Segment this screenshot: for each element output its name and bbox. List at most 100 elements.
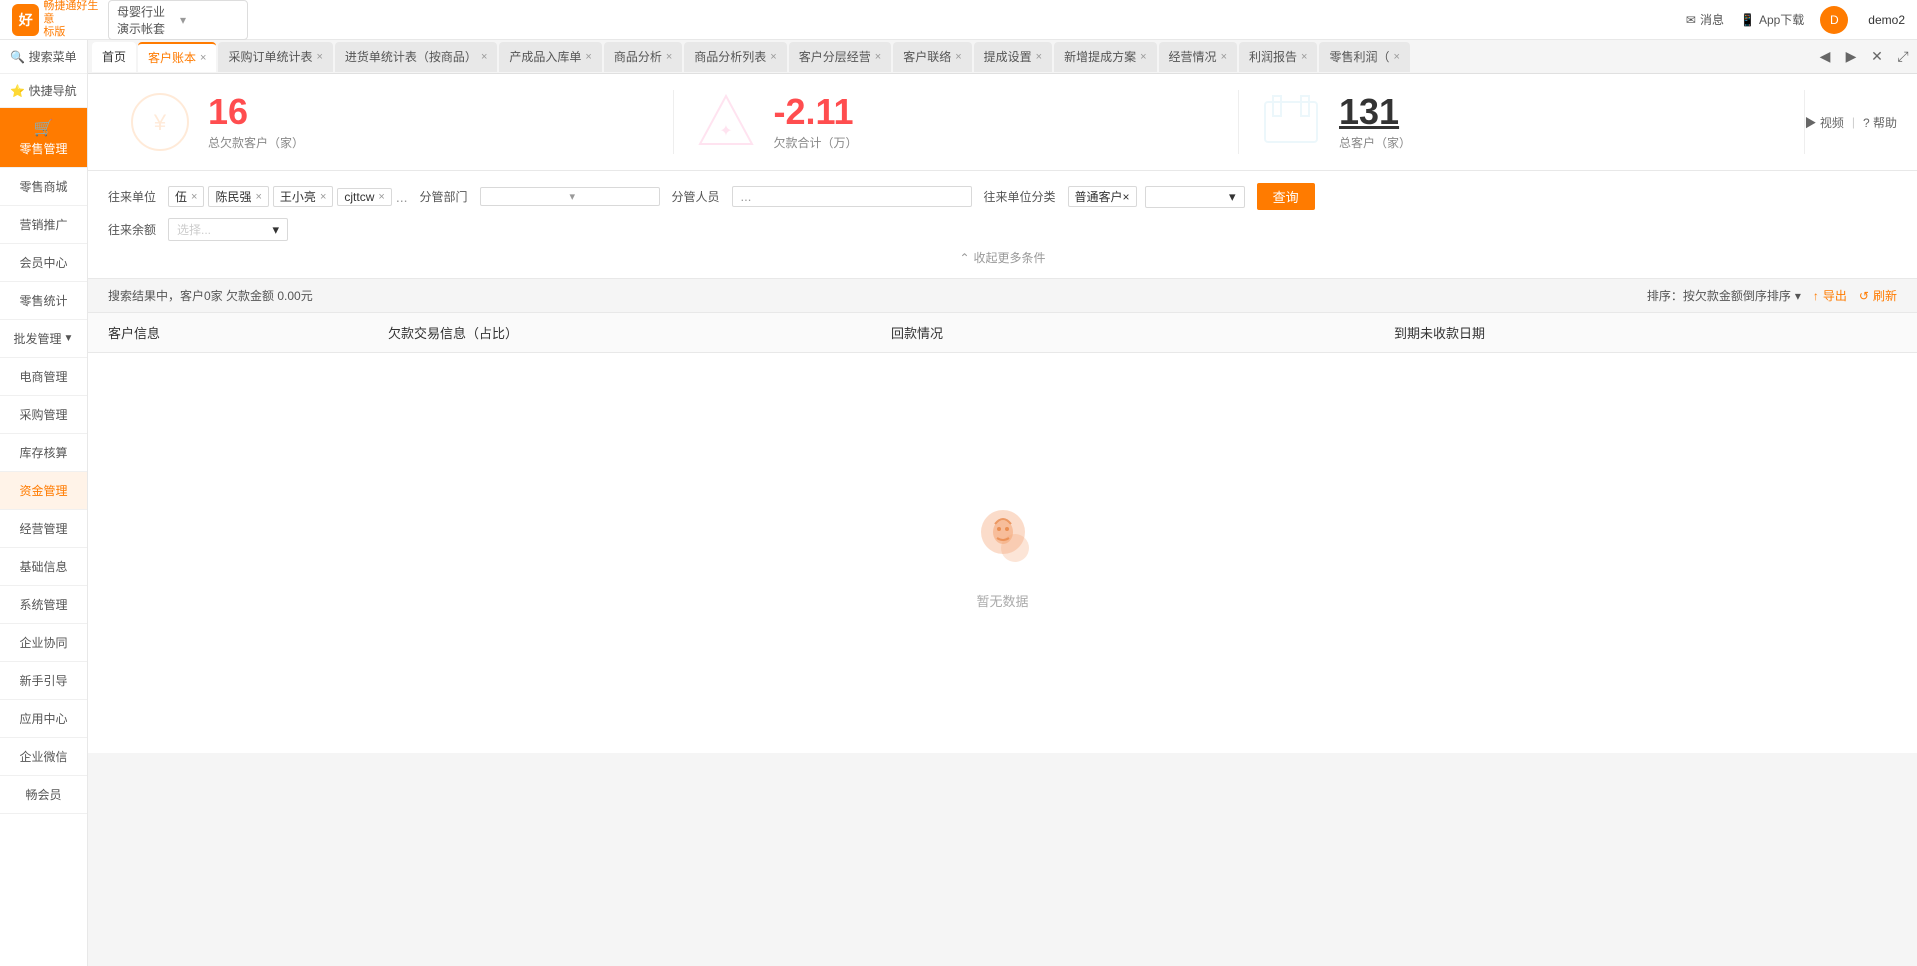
classify-dropdown[interactable]: ▾ [1145, 186, 1245, 208]
close-icon[interactable]: × [770, 51, 776, 63]
sidebar-item-vip[interactable]: 畅会员 [0, 776, 87, 814]
logo-area: 好 畅捷通好生意 标版 [12, 0, 100, 39]
close-icon[interactable]: × [666, 51, 672, 63]
tab-stock-stats[interactable]: 进货单统计表（按商品） × [335, 42, 497, 72]
sidebar-item-enterprise[interactable]: 企业协同 [0, 624, 87, 662]
help-button[interactable]: ? 帮助 [1863, 114, 1897, 131]
person-filter-input[interactable]: ... [732, 186, 972, 207]
table-container: 客户信息 欠款交易信息（占比） 回款情况 到期未收款日期 [88, 313, 1917, 753]
close-icon[interactable]: × [955, 51, 961, 63]
debt-customers-icon: ¥ [128, 90, 192, 154]
close-icon[interactable]: × [875, 51, 881, 63]
close-icon[interactable]: × [1221, 51, 1227, 63]
svg-text:✦: ✦ [719, 123, 732, 140]
sidebar-item-retail-mgmt[interactable]: 🛒 零售管理 [0, 108, 87, 168]
video-button[interactable]: ▶ 视频 [1805, 114, 1844, 131]
message-button[interactable]: ✉ 消息 [1686, 11, 1724, 28]
close-icon[interactable]: × [1036, 51, 1042, 63]
unit-filter-label: 往来单位 [108, 188, 156, 205]
close-icon[interactable]: × [1393, 51, 1399, 63]
sidebar-item-ecommerce[interactable]: 电商管理 [0, 358, 87, 396]
close-icon[interactable]: × [200, 52, 206, 64]
export-button[interactable]: ↑ 导出 [1813, 287, 1847, 304]
tab-purchase-order[interactable]: 采购订单统计表 × [218, 42, 332, 72]
sidebar: 🔍 搜索菜单 ⭐ 快捷导航 🛒 零售管理 零售商城 营销推广 会员中心 零售统计 [0, 40, 88, 966]
sidebar-item-purchase[interactable]: 采购管理 [0, 396, 87, 434]
sidebar-item-sys-mgmt[interactable]: 系统管理 [0, 586, 87, 624]
tab-add-raise[interactable]: 新增提成方案 × [1054, 42, 1156, 72]
tab-customer-segment[interactable]: 客户分层经营 × [789, 42, 891, 72]
sidebar-item-member[interactable]: 会员中心 [0, 244, 87, 282]
sidebar-item-quick-nav[interactable]: ⭐ 快捷导航 [0, 74, 87, 108]
tab-next-button[interactable]: ▶ [1841, 47, 1861, 67]
balance-filter-label: 往来余额 [108, 221, 156, 238]
tab-close-all-button[interactable]: ✕ [1867, 47, 1887, 67]
remove-classify-tag[interactable]: × [1123, 190, 1130, 204]
sidebar-item-search[interactable]: 🔍 搜索菜单 [0, 40, 87, 74]
remove-tag-4[interactable]: × [378, 191, 384, 203]
remove-tag-2[interactable]: × [255, 191, 261, 203]
close-icon[interactable]: × [585, 51, 591, 63]
dept-filter-dropdown[interactable]: ▾ [480, 187, 660, 206]
debt-total-icon: ✦ [694, 90, 758, 154]
tab-retail-profit[interactable]: 零售利润（ × [1319, 42, 1409, 72]
unit-tag-1: 伍 × [168, 186, 204, 207]
sidebar-item-capital[interactable]: 资金管理 [0, 472, 87, 510]
user-name[interactable]: demo2 [1868, 13, 1905, 27]
phone-icon: 📱 [1740, 13, 1755, 27]
tab-goods-analysis-list[interactable]: 商品分析列表 × [684, 42, 786, 72]
tab-goods-analysis[interactable]: 商品分析 × [604, 42, 682, 72]
sidebar-item-new-guide[interactable]: 新手引导 [0, 662, 87, 700]
sidebar-item-retail-stats[interactable]: 零售统计 [0, 282, 87, 320]
tab-customer-book[interactable]: 客户账本 × [138, 42, 216, 72]
tab-prev-button[interactable]: ◀ [1815, 47, 1835, 67]
tab-profit-report[interactable]: 利润报告 × [1239, 42, 1317, 72]
sidebar-item-inventory[interactable]: 库存核算 [0, 434, 87, 472]
expand-icon: ▼ [64, 333, 74, 344]
logo-text: 畅捷通好生意 标版 [43, 0, 100, 39]
tenant-selector[interactable]: 母婴行业演示帐套 ▾ [108, 0, 248, 40]
balance-filter-select[interactable]: 选择... ▾ [168, 218, 288, 241]
unit-tag-3: 王小亮 × [273, 186, 333, 207]
video-icon: ▶ [1805, 116, 1820, 130]
close-icon[interactable]: × [1301, 51, 1307, 63]
tab-operation-status[interactable]: 经营情况 × [1159, 42, 1237, 72]
sidebar-item-batch-mgmt[interactable]: 批发管理 ▼ [0, 320, 87, 358]
col-debt-info: 欠款交易信息（占比） [388, 323, 891, 342]
search-icon: 🔍 [10, 50, 25, 64]
sidebar-item-enterprise-wx[interactable]: 企业微信 [0, 738, 87, 776]
top-bar: 好 畅捷通好生意 标版 母婴行业演示帐套 ▾ ✉ 消息 📱 App下载 D de… [0, 0, 1917, 40]
tab-customer-contact[interactable]: 客户联络 × [893, 42, 971, 72]
collapse-filters-button[interactable]: ⌃ 收起更多条件 [108, 249, 1897, 266]
sidebar-item-basic-info[interactable]: 基础信息 [0, 548, 87, 586]
remove-tag-1[interactable]: × [191, 191, 197, 203]
page-content: ¥ 16 总欠款客户（家） ✦ [88, 74, 1917, 966]
debt-total-label: 欠款合计（万） [774, 134, 858, 151]
app-download-button[interactable]: 📱 App下载 [1740, 11, 1804, 28]
tab-home[interactable]: 首页 [92, 42, 136, 72]
more-tags-button[interactable]: ... [396, 189, 408, 205]
sidebar-item-retail-shop[interactable]: 零售商城 [0, 168, 87, 206]
stat-debt-customers: ¥ 16 总欠款客户（家） [108, 90, 674, 154]
sidebar-item-operation[interactable]: 经营管理 [0, 510, 87, 548]
dept-filter-label: 分管部门 [419, 188, 467, 205]
tab-raise-settings[interactable]: 提成设置 × [974, 42, 1052, 72]
close-icon[interactable]: × [316, 51, 322, 63]
refresh-button[interactable]: ↺ 刷新 [1859, 287, 1897, 304]
close-icon[interactable]: × [481, 51, 487, 63]
refresh-icon: ↺ [1859, 289, 1869, 303]
sort-button[interactable]: 排序：按欠款金额倒序排序 ▾ [1647, 287, 1801, 304]
chevron-down-icon: ▾ [1795, 289, 1801, 303]
tab-product-inbound[interactable]: 产成品入库单 × [499, 42, 601, 72]
sidebar-item-marketing[interactable]: 营销推广 [0, 206, 87, 244]
filter-row-1: 往来单位 伍 × 陈民强 × 王小亮 [108, 183, 1897, 210]
debt-customers-label: 总欠款客户（家） [208, 134, 304, 151]
message-icon: ✉ [1686, 13, 1696, 27]
table-body: 暂无数据 [88, 353, 1917, 753]
sidebar-item-app-center[interactable]: 应用中心 [0, 700, 87, 738]
results-bar: 搜索结果中，客户0家 欠款金额 0.00元 排序：按欠款金额倒序排序 ▾ ↑ 导… [88, 279, 1917, 313]
remove-tag-3[interactable]: × [320, 191, 326, 203]
query-button[interactable]: 查询 [1257, 183, 1315, 210]
tab-maximize-button[interactable]: ⤢ [1893, 47, 1913, 67]
close-icon[interactable]: × [1140, 51, 1146, 63]
